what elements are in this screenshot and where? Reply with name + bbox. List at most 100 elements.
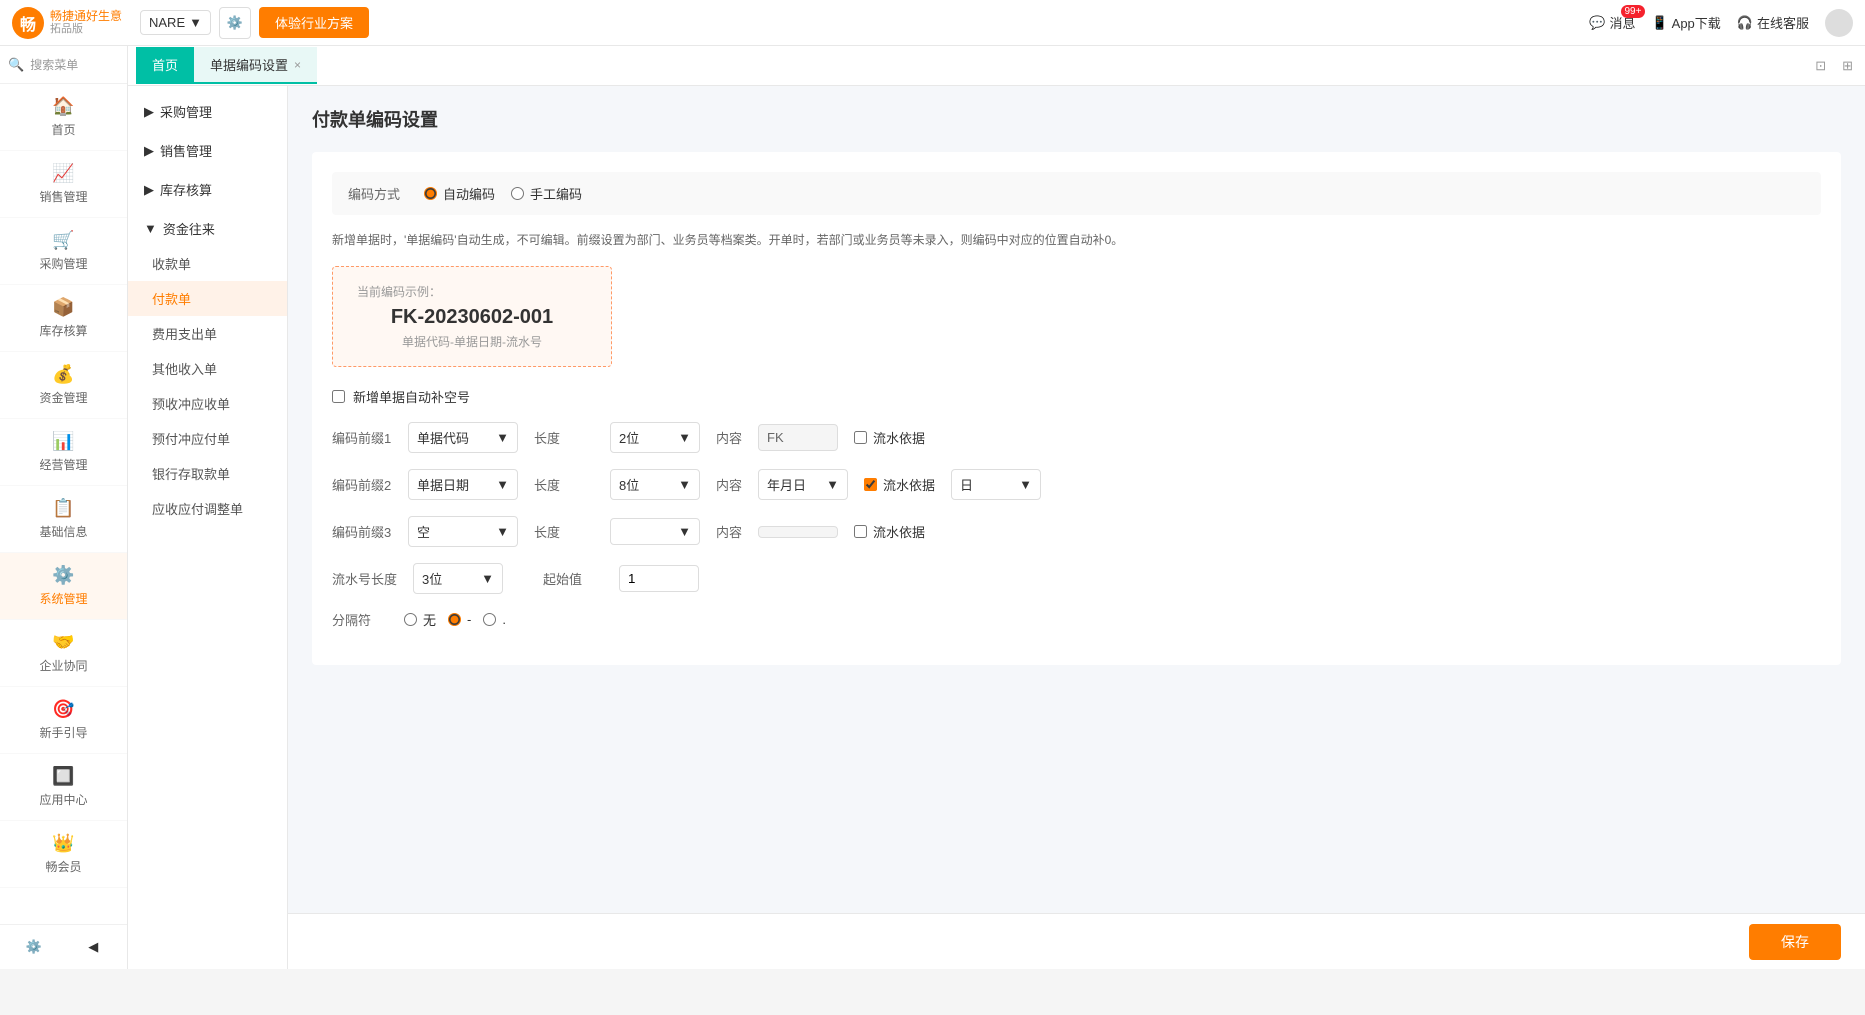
serial-length-row: 流水号长度 3位 ▼ 起始值 [332,563,1821,594]
length1-select[interactable]: 2位 ▼ [610,422,700,453]
sidebar-item-purchase[interactable]: 🛒 采购管理 [0,218,127,285]
submenu-purchase: ▶ 采购管理 [128,94,287,129]
submenu-item-expense[interactable]: 费用支出单 [128,316,287,351]
sep-dash-input[interactable] [448,613,461,626]
serial1-checkbox[interactable] [854,431,867,444]
sep-none-radio[interactable]: 无 [404,610,436,629]
length3-label: 长度 [534,522,594,541]
sidebar-item-finance[interactable]: 💰 资金管理 [0,352,127,419]
sidebar-item-sales[interactable]: 📈 销售管理 [0,151,127,218]
avatar[interactable] [1825,9,1853,37]
sidebar-item-enterprise[interactable]: 🤝 企业协同 [0,620,127,687]
tab-bar: 首页 单据编码设置 × ⊡ ⊞ [128,46,1865,86]
length2-select[interactable]: 8位 ▼ [610,469,700,500]
search-menu[interactable]: 🔍 搜索菜单 [0,46,127,84]
chevron-right-icon3: ▶ [144,182,154,198]
appcenter-icon: 🔲 [52,766,74,787]
serial3-checkbox[interactable] [854,525,867,538]
serial1-checkbox-group: 流水依据 [854,428,925,447]
logo-area: 畅 畅捷通好生意 拓品版 [12,7,140,39]
submenu-header-finance[interactable]: ▼ 资金往来 [128,211,287,246]
submenu-header-inventory[interactable]: ▶ 库存核算 [128,172,287,207]
start-value-label: 起始值 [543,569,603,588]
sidebar-item-inventory[interactable]: 📦 库存核算 [0,285,127,352]
code-method-label: 编码方式 [348,184,408,203]
submenu-header-purchase[interactable]: ▶ 采购管理 [128,94,287,129]
settings-icon[interactable]: ⚙️ [219,7,251,39]
auto-code-radio[interactable]: 自动编码 [424,184,495,203]
sidebar-bottom: ⚙️ ◀ [0,924,127,969]
submenu-item-other-income[interactable]: 其他收入单 [128,351,287,386]
auto-fill-row: 新增单据自动补空号 [332,387,1821,406]
prefix2-select[interactable]: 单据日期 ▼ [408,469,518,500]
sidebar-item-member[interactable]: 👑 畅会员 [0,821,127,888]
sidebar-collapse-btn[interactable]: ◀ [68,933,120,961]
sidebar-item-appcenter[interactable]: 🔲 应用中心 [0,754,127,821]
sidebar-item-operation[interactable]: 📊 经营管理 [0,419,127,486]
chevron-down-period2: ▼ [1019,477,1032,492]
tenant-dropdown[interactable]: NARE ▼ [140,10,211,35]
message-btn[interactable]: 💬 消息 99+ [1589,13,1635,32]
start-value-input[interactable] [619,565,699,592]
submenu-item-prepay-ar[interactable]: 预收冲应收单 [128,386,287,421]
finance-icon: 💰 [52,364,74,385]
auto-fill-checkbox[interactable] [332,390,345,403]
page-title: 付款单编码设置 [312,106,1841,132]
sep-dot-input[interactable] [483,613,496,626]
submenu-item-prepay-ap[interactable]: 预付冲应付单 [128,421,287,456]
prefix1-select[interactable]: 单据代码 ▼ [408,422,518,453]
online-service-btn[interactable]: 🎧 在线客服 [1737,13,1809,32]
auto-fill-label: 新增单据自动补空号 [353,387,470,406]
sep-dash-radio[interactable]: - [448,612,471,627]
tab-code-settings[interactable]: 单据编码设置 × [194,47,317,84]
submenu-item-payment[interactable]: 付款单 [128,281,287,316]
industry-btn[interactable]: 体验行业方案 [259,7,369,38]
auto-code-input[interactable] [424,187,437,200]
member-icon: 👑 [52,833,74,854]
submenu-finance: ▼ 资金往来 收款单 付款单 费用支出单 其他收入单 [128,211,287,526]
prefix-row-2: 编码前缀2 单据日期 ▼ 长度 8位 ▼ 内容 [332,469,1821,500]
serial2-label: 流水依据 [883,475,935,494]
sidebar-item-home[interactable]: 🏠 首页 [0,84,127,151]
info-text: 新增单据时，'单据编码'自动生成，不可编辑。前缀设置为部门、业务员等档案类。开单… [332,231,1821,250]
serial1-label: 流水依据 [873,428,925,447]
content1-value: FK [758,424,838,451]
submenu-item-adjust[interactable]: 应收应付调整单 [128,491,287,526]
settings-card: 编码方式 自动编码 手工编码 [312,152,1841,665]
tab-home[interactable]: 首页 [136,47,194,84]
sep-none-input[interactable] [404,613,417,626]
code-example-box: 当前编码示例： FK-20230602-001 单据代码-单据日期-流水号 [332,266,612,367]
sidebar-item-basic[interactable]: 📋 基础信息 [0,486,127,553]
app-download-btn[interactable]: 📱 App下载 [1651,13,1720,32]
sidebar-item-newguide[interactable]: 🎯 新手引导 [0,687,127,754]
content-area: 首页 单据编码设置 × ⊡ ⊞ ▶ 采购管理 [128,46,1865,969]
length3-select[interactable]: ▼ [610,518,700,545]
tab-close-icon[interactable]: × [294,58,301,72]
period2-select[interactable]: 日 ▼ [951,469,1041,500]
submenu-sales: ▶ 销售管理 [128,133,287,168]
submenu-item-bank[interactable]: 银行存取款单 [128,456,287,491]
sidebar-item-system[interactable]: ⚙️ 系统管理 [0,553,127,620]
content1-label: 内容 [716,428,742,447]
tab-expand-btn[interactable]: ⊞ [1838,54,1857,78]
sep-dot-radio[interactable]: . [483,612,506,627]
chevron-down-prefix2: ▼ [496,477,509,492]
serial2-checkbox[interactable] [864,478,877,491]
chevron-down-icon: ▼ [144,221,157,236]
serial-length-select[interactable]: 3位 ▼ [413,563,503,594]
prefix2-label: 编码前缀2 [332,475,392,494]
sidebar-settings-btn[interactable]: ⚙️ [8,933,60,961]
manual-code-input[interactable] [511,187,524,200]
header-mid: NARE ▼ ⚙️ 体验行业方案 [140,7,1589,39]
manual-code-radio[interactable]: 手工编码 [511,184,582,203]
save-button[interactable]: 保存 [1749,924,1841,960]
prefix3-select[interactable]: 空 ▼ [408,516,518,547]
header-right: 💬 消息 99+ 📱 App下载 🎧 在线客服 [1589,9,1853,37]
submenu-header-sales[interactable]: ▶ 销售管理 [128,133,287,168]
content2-select[interactable]: 年月日 ▼ [758,469,848,500]
prefix-row-3: 编码前缀3 空 ▼ 长度 ▼ 内容 [332,516,1821,547]
chevron-right-icon2: ▶ [144,143,154,159]
tab-bar-actions: ⊡ ⊞ [1811,54,1857,78]
submenu-item-receipt[interactable]: 收款单 [128,246,287,281]
tab-minimize-btn[interactable]: ⊡ [1811,54,1830,78]
